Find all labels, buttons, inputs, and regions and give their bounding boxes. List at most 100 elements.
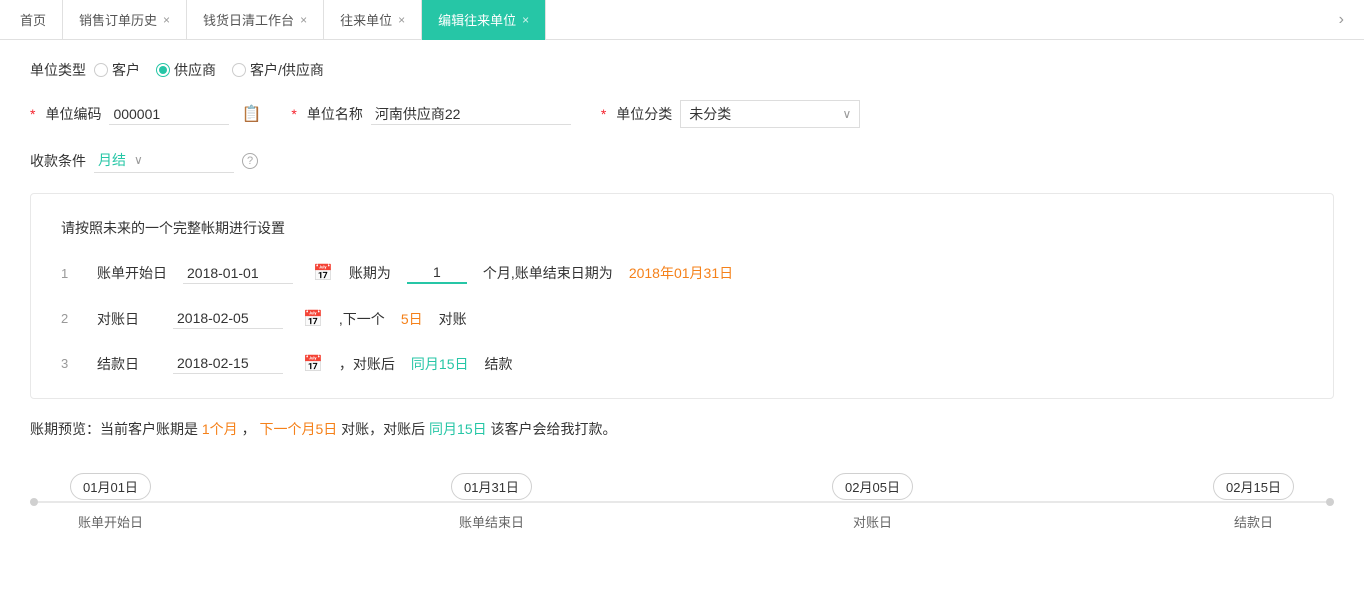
row1-after: 个月,账单结束日期为: [483, 263, 613, 283]
unit-category-group: * 单位分类 未分类 ∨: [601, 100, 860, 128]
settings-box: 请按照未来的一个完整帐期进行设置 1 账单开始日 📅 账期为 个月,账单结束日期…: [30, 193, 1334, 399]
radio-supplier-dot: [159, 66, 167, 74]
tab-edit-partner-label: 编辑往来单位: [438, 10, 516, 29]
unit-category-label: 单位分类: [616, 104, 672, 124]
tab-sales-history[interactable]: 销售订单历史 ×: [63, 0, 187, 40]
tab-sales-history-close[interactable]: ×: [163, 14, 170, 26]
preview-part2: 下一个月5日: [259, 421, 337, 437]
row3-calendar-icon[interactable]: 📅: [303, 354, 323, 374]
timeline-node-4: 02月15日 结款日: [1213, 473, 1294, 531]
node-4-label: 结款日: [1234, 512, 1273, 531]
node-3-label: 对账日: [853, 512, 892, 531]
unit-category-arrow: ∨: [842, 107, 851, 121]
unit-type-group: 单位类型 客户 供应商 客户/供应商: [30, 60, 324, 80]
timeline-nodes: 01月01日 账单开始日 01月31日 账单结束日 02月05日 对账日 02月…: [70, 473, 1294, 531]
node-2-badge: 01月31日: [451, 473, 532, 500]
row2-before: ,下一个: [339, 309, 385, 329]
preview-text: 账期预览：当前客户账期是 1个月 ， 下一个月5日 对账，对账后 同月15日 该…: [30, 419, 1334, 439]
tab-home-label: 首页: [20, 10, 46, 29]
unit-info-row: * 单位编码 📋 * 单位名称 * 单位分类 未分类 ∨: [30, 100, 1334, 128]
radio-customer[interactable]: 客户: [94, 60, 140, 80]
step-2: 2: [61, 311, 81, 326]
unit-category-value: 未分类: [689, 104, 731, 124]
timeline-node-2: 01月31日 账单结束日: [451, 473, 532, 531]
row3-date-input[interactable]: [173, 353, 283, 374]
setting-row-1: 1 账单开始日 📅 账期为 个月,账单结束日期为 2018年01月31日: [61, 262, 1303, 284]
tab-home[interactable]: 首页: [10, 0, 63, 40]
tabs-bar: 首页 销售订单历史 × 钱货日清工作台 × 往来单位 × 编辑往来单位 × ›: [0, 0, 1364, 40]
row2-date-input[interactable]: [173, 308, 283, 329]
row1-label: 账单开始日: [97, 263, 167, 283]
payment-terms-select[interactable]: 月结 ∨: [94, 148, 234, 173]
unit-type-label: 单位类型: [30, 60, 86, 80]
unit-name-label: 单位名称: [307, 104, 363, 124]
timeline: 01月01日 账单开始日 01月31日 账单结束日 02月05日 对账日 02月…: [30, 463, 1334, 541]
preview-part3: 同月15日: [429, 421, 487, 437]
node-3-badge: 02月05日: [832, 473, 913, 500]
timeline-dot-start: [30, 498, 38, 506]
tab-partner-label: 往来单位: [340, 10, 392, 29]
tab-cash-work-label: 钱货日清工作台: [203, 10, 294, 29]
node-1-label: 账单开始日: [78, 512, 143, 531]
radio-both[interactable]: 客户/供应商: [232, 60, 324, 80]
tab-edit-partner[interactable]: 编辑往来单位 ×: [422, 0, 546, 40]
payment-terms-arrow: ∨: [134, 153, 143, 167]
tab-partner[interactable]: 往来单位 ×: [324, 0, 422, 40]
row2-highlight: 5日: [401, 309, 423, 329]
setting-row-3: 3 结款日 📅 ，对账后 同月15日 结款: [61, 353, 1303, 374]
setting-row-2: 2 对账日 📅 ,下一个 5日 对账: [61, 308, 1303, 329]
row3-highlight: 同月15日: [411, 354, 469, 374]
radio-supplier-circle: [156, 63, 170, 77]
preview-part1: 1个月: [202, 421, 238, 437]
timeline-node-3: 02月05日 对账日: [832, 473, 913, 531]
row2-label: 对账日: [97, 309, 157, 329]
radio-both-circle: [232, 63, 246, 77]
unit-category-select[interactable]: 未分类 ∨: [680, 100, 860, 128]
row1-highlight: 2018年01月31日: [629, 263, 733, 283]
step-1: 1: [61, 266, 81, 281]
row1-before: 账期为: [349, 263, 391, 283]
preview-mid2: 对账，对账后: [341, 421, 425, 437]
timeline-node-1: 01月01日 账单开始日: [70, 473, 151, 531]
row1-calendar-icon[interactable]: 📅: [313, 263, 333, 283]
step-3: 3: [61, 356, 81, 371]
unit-name-input[interactable]: [371, 104, 571, 125]
unit-code-icon[interactable]: 📋: [241, 104, 261, 124]
payment-terms-group: 收款条件 月结 ∨ ?: [30, 148, 258, 173]
unit-code-group: * 单位编码 📋: [30, 104, 261, 125]
node-4-badge: 02月15日: [1213, 473, 1294, 500]
unit-code-input[interactable]: [109, 104, 229, 125]
page-content: 单位类型 客户 供应商 客户/供应商: [0, 40, 1364, 608]
tab-cash-work-close[interactable]: ×: [300, 14, 307, 26]
tab-sales-history-label: 销售订单历史: [79, 10, 157, 29]
tab-more-button[interactable]: ›: [1329, 11, 1354, 29]
settings-title: 请按照未来的一个完整帐期进行设置: [61, 218, 1303, 238]
unit-code-label: 单位编码: [45, 104, 101, 124]
row1-date-input[interactable]: [183, 263, 293, 284]
row3-label: 结款日: [97, 354, 157, 374]
node-2-label: 账单结束日: [459, 512, 524, 531]
row2-after: 对账: [439, 309, 467, 329]
unit-type-row: 单位类型 客户 供应商 客户/供应商: [30, 60, 1334, 80]
radio-customer-label: 客户: [112, 60, 140, 80]
unit-name-required: *: [291, 106, 296, 122]
unit-category-required: *: [601, 106, 606, 122]
tab-partner-close[interactable]: ×: [398, 14, 405, 26]
timeline-dot-end: [1326, 498, 1334, 506]
row2-calendar-icon[interactable]: 📅: [303, 309, 323, 329]
tab-cash-work[interactable]: 钱货日清工作台 ×: [187, 0, 324, 40]
node-1-badge: 01月01日: [70, 473, 151, 500]
preview-prefix: 账期预览：当前客户账期是: [30, 421, 198, 437]
radio-supplier[interactable]: 供应商: [156, 60, 216, 80]
row1-period-input[interactable]: [407, 262, 467, 284]
help-icon[interactable]: ?: [242, 153, 258, 169]
radio-both-label: 客户/供应商: [250, 60, 324, 80]
unit-code-required: *: [30, 106, 35, 122]
payment-terms-label: 收款条件: [30, 151, 86, 171]
row3-after: 结款: [485, 354, 513, 374]
radio-customer-circle: [94, 63, 108, 77]
payment-terms-row: 收款条件 月结 ∨ ?: [30, 148, 1334, 173]
tab-edit-partner-close[interactable]: ×: [522, 14, 529, 26]
row3-before: ，对账后: [339, 354, 395, 374]
preview-mid1: ，: [242, 421, 256, 437]
